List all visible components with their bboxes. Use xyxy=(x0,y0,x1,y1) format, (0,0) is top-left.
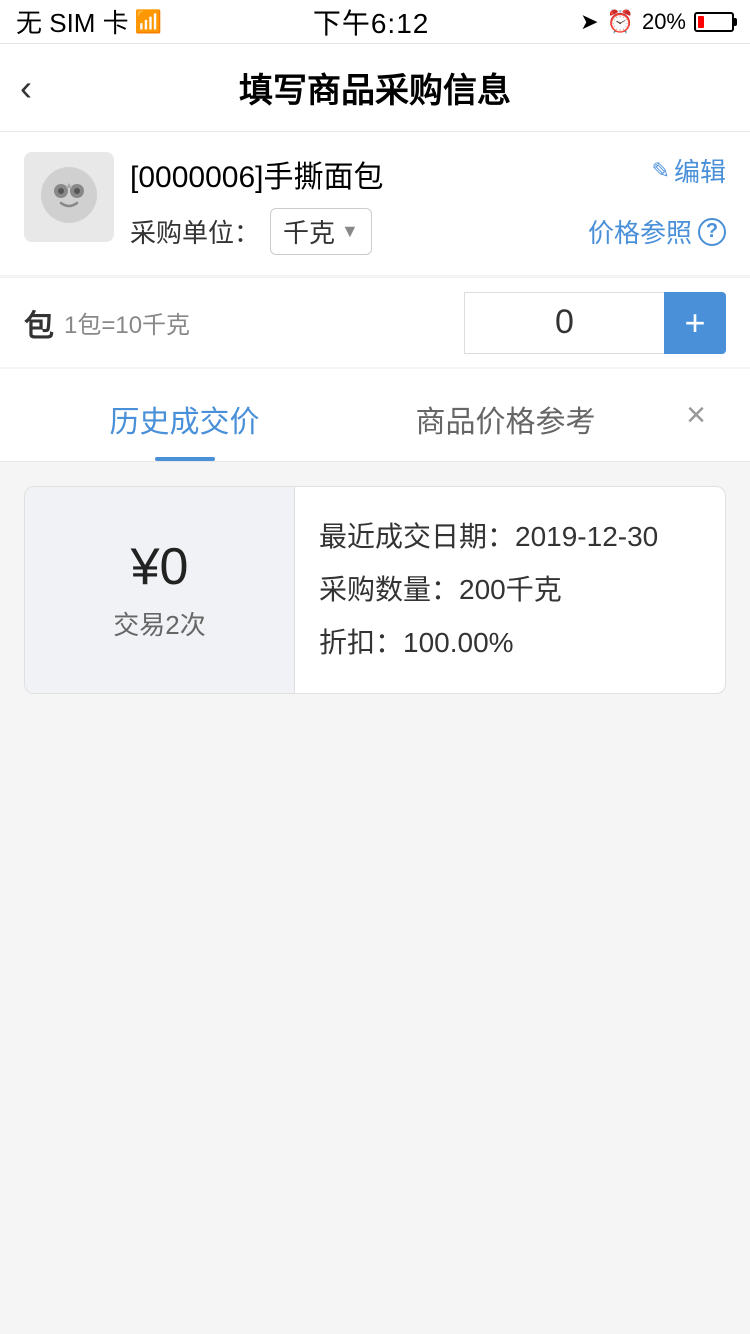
status-left: 无 SIM 卡 📶 xyxy=(16,3,162,40)
tabs-container: 历史成交价 商品价格参考 × xyxy=(0,369,750,462)
price-ref-button[interactable]: 价格参照 ? xyxy=(588,213,726,250)
product-thumbnail xyxy=(24,152,114,242)
product-info: [0000006]手撕面包 ✎ 编辑 采购单位： 千克 ▼ 价格参照 ? xyxy=(130,152,726,255)
unit-value: 千克 xyxy=(283,213,335,250)
battery-icon xyxy=(694,12,734,32)
purchase-unit-left: 采购单位： 千克 ▼ xyxy=(130,208,372,255)
tab-price-reference[interactable]: 商品价格参考 xyxy=(345,369,666,461)
brand-logo-svg xyxy=(39,165,99,225)
price-right-panel: 最近成交日期：2019-12-30 采购数量：200千克 折扣：100.00% xyxy=(295,487,725,693)
quantity-control: + xyxy=(464,292,726,354)
price-card: ¥0 交易2次 最近成交日期：2019-12-30 采购数量：200千克 折扣：… xyxy=(24,486,726,694)
price-amount: ¥0 xyxy=(131,537,189,597)
recent-date-label: 最近成交日期： xyxy=(319,521,515,552)
tabs-header: 历史成交价 商品价格参考 × xyxy=(0,369,750,461)
tab-price-ref-label: 商品价格参考 xyxy=(416,406,596,439)
unit-dropdown[interactable]: 千克 ▼ xyxy=(270,208,372,255)
carrier-text: 无 SIM 卡 xyxy=(16,3,129,40)
purchase-qty-value: 200千克 xyxy=(459,574,562,605)
status-bar: 无 SIM 卡 📶 下午6:12 ➤ ⏰ 20% xyxy=(0,0,750,44)
discount-value: 100.00% xyxy=(403,627,514,658)
wifi-icon: 📶 xyxy=(135,9,162,35)
price-ref-label: 价格参照 xyxy=(588,213,692,250)
tab-history-price[interactable]: 历史成交价 xyxy=(24,369,345,461)
edit-label: 编辑 xyxy=(674,152,726,189)
edit-button[interactable]: ✎ 编辑 xyxy=(652,152,726,189)
edit-icon: ✎ xyxy=(652,158,670,184)
quantity-label: 包 1包=10千克 xyxy=(24,301,190,345)
main-content: ¥0 交易2次 最近成交日期：2019-12-30 采购数量：200千克 折扣：… xyxy=(0,462,750,1062)
recent-date-value: 2019-12-30 xyxy=(515,521,658,552)
product-name-row: [0000006]手撕面包 ✎ 编辑 xyxy=(130,152,726,196)
tab-close-button[interactable]: × xyxy=(666,385,726,445)
quantity-bar: 包 1包=10千克 + xyxy=(0,277,750,367)
location-icon: ➤ xyxy=(580,9,598,35)
product-card: [0000006]手撕面包 ✎ 编辑 采购单位： 千克 ▼ 价格参照 ? xyxy=(0,132,750,275)
product-header: [0000006]手撕面包 ✎ 编辑 采购单位： 千克 ▼ 价格参照 ? xyxy=(24,152,726,255)
back-button[interactable]: ‹ xyxy=(10,57,42,119)
purchase-unit-row: 采购单位： 千克 ▼ 价格参照 ? xyxy=(130,208,726,255)
purchase-unit-label: 采购单位： xyxy=(130,213,260,250)
product-image xyxy=(39,165,99,230)
discount-row: 折扣：100.00% xyxy=(319,623,701,662)
price-card-container: ¥0 交易2次 最近成交日期：2019-12-30 采购数量：200千克 折扣：… xyxy=(0,462,750,718)
price-transactions: 交易2次 xyxy=(113,605,205,642)
price-left-panel: ¥0 交易2次 xyxy=(25,487,295,693)
discount-label: 折扣： xyxy=(319,627,403,658)
battery-percent: 20% xyxy=(642,9,686,35)
alarm-icon: ⏰ xyxy=(607,9,634,35)
page-title: 填写商品采购信息 xyxy=(239,63,511,112)
recent-date-row: 最近成交日期：2019-12-30 xyxy=(319,517,701,556)
quantity-input[interactable] xyxy=(464,292,664,354)
quantity-conversion: 1包=10千克 xyxy=(64,305,190,340)
nav-bar: ‹ 填写商品采购信息 xyxy=(0,44,750,132)
quantity-plus-button[interactable]: + xyxy=(664,292,726,354)
product-name: [0000006]手撕面包 xyxy=(130,152,383,196)
quantity-unit: 包 xyxy=(24,301,54,345)
time-display: 下午6:12 xyxy=(313,2,430,42)
status-right: ➤ ⏰ 20% xyxy=(580,9,734,35)
purchase-qty-row: 采购数量：200千克 xyxy=(319,570,701,609)
purchase-qty-label: 采购数量： xyxy=(319,574,459,605)
tab-history-label: 历史成交价 xyxy=(110,406,260,439)
info-circle-icon: ? xyxy=(698,218,726,246)
dropdown-arrow-icon: ▼ xyxy=(341,221,359,242)
